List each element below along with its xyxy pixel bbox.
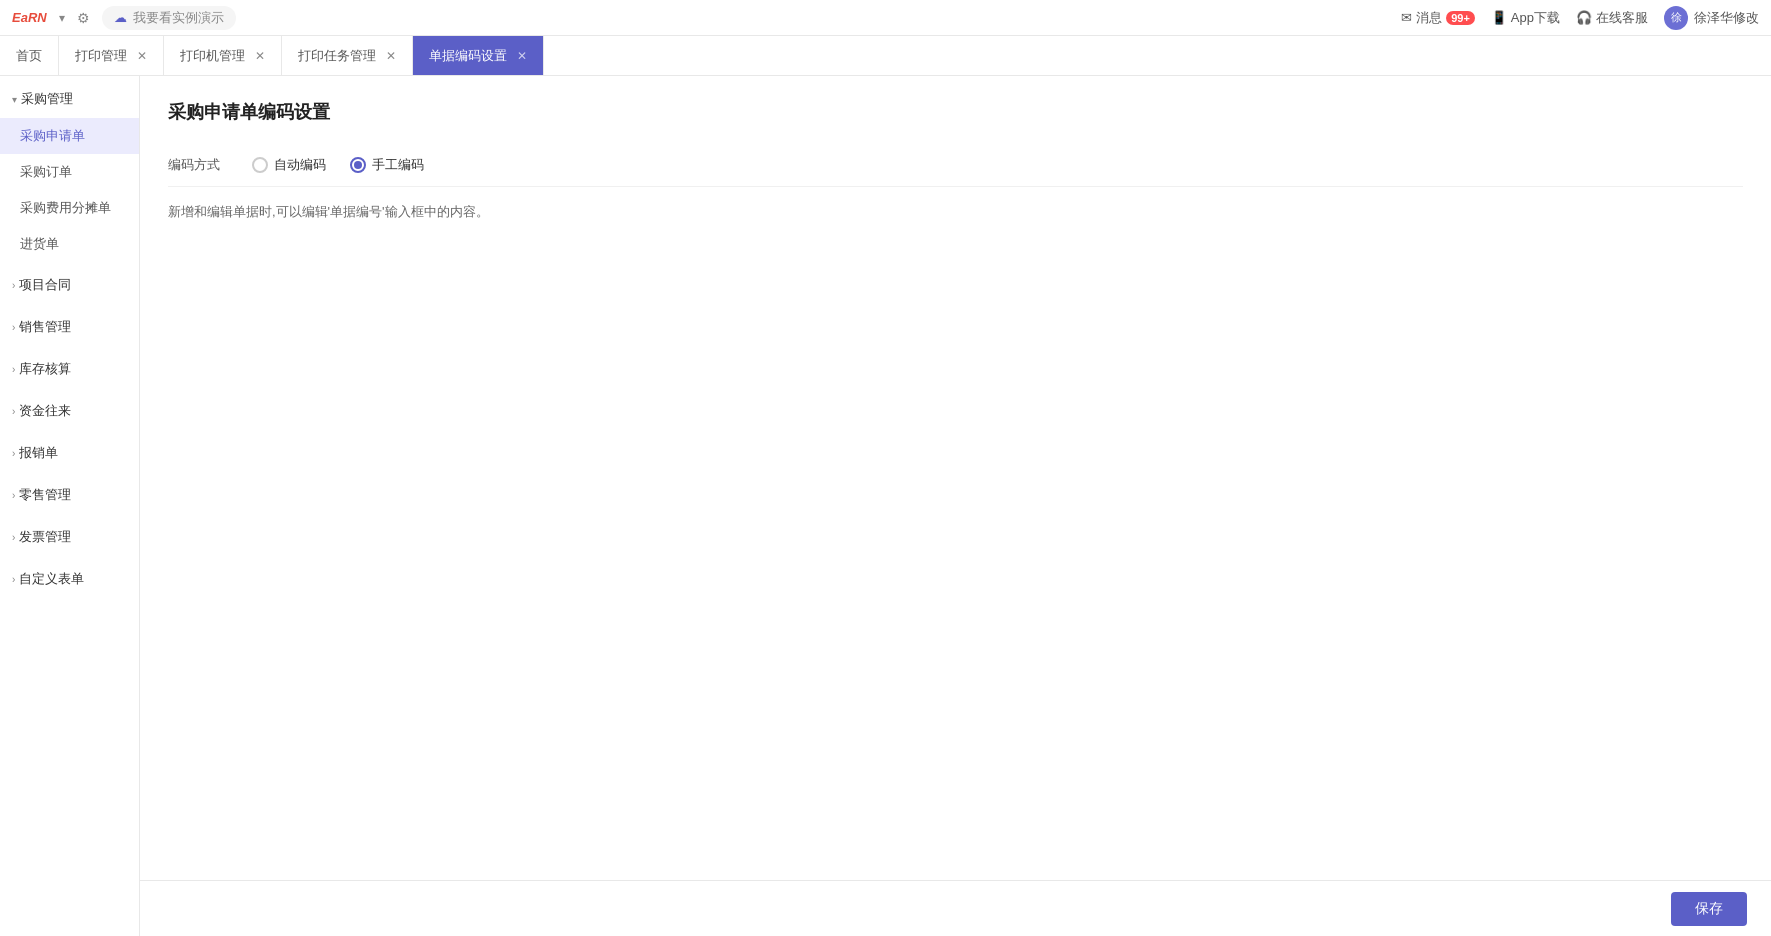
search-text: 我要看实例演示 (133, 9, 224, 27)
tab-print-manage-label: 打印管理 (75, 47, 127, 65)
sidebar-group-project-title[interactable]: › 项目合同 (0, 266, 139, 304)
tab-single-code[interactable]: 单据编码设置 ✕ (413, 36, 544, 75)
page-title: 采购申请单编码设置 (168, 100, 1743, 124)
encoding-label: 编码方式 (168, 156, 228, 174)
tab-print-task-label: 打印任务管理 (298, 47, 376, 65)
radio-manual-code[interactable]: 手工编码 (350, 156, 424, 174)
sidebar-item-inbound-label: 进货单 (20, 236, 59, 251)
sidebar-group-purchase: ▾ 采购管理 采购申请单 采购订单 采购费用分摊单 进货单 (0, 80, 139, 262)
radio-auto-code[interactable]: 自动编码 (252, 156, 326, 174)
arrow-right-icon5: › (12, 448, 15, 459)
app-download-label: App下载 (1511, 9, 1560, 27)
sidebar-item-purchase-expense-label: 采购费用分摊单 (20, 200, 111, 215)
sidebar-group-project-label: 项目合同 (19, 276, 71, 294)
search-bar[interactable]: ☁ 我要看实例演示 (102, 6, 236, 30)
radio-group: 自动编码 手工编码 (252, 156, 424, 174)
sidebar-group-invoice-title[interactable]: › 发票管理 (0, 518, 139, 556)
messages-label: 消息 (1416, 9, 1442, 27)
sidebar-group-invoice: › 发票管理 (0, 518, 139, 556)
tab-print-manage[interactable]: 打印管理 ✕ (59, 36, 164, 75)
sidebar-group-purchase-title[interactable]: ▾ 采购管理 (0, 80, 139, 118)
sidebar-group-fund-label: 资金往来 (19, 402, 71, 420)
sidebar-group-retail-label: 零售管理 (19, 486, 71, 504)
top-bar-right: ✉ 消息 99+ 📱 App下载 🎧 在线客服 徐 徐泽华修改 (1401, 6, 1759, 30)
avatar: 徐 (1664, 6, 1688, 30)
arrow-right-icon6: › (12, 490, 15, 501)
message-icon: ✉ (1401, 10, 1412, 25)
sidebar-item-purchase-request[interactable]: 采购申请单 (0, 118, 139, 154)
headset-icon: 🎧 (1576, 10, 1592, 25)
sidebar-group-sales-label: 销售管理 (19, 318, 71, 336)
messages-button[interactable]: ✉ 消息 99+ (1401, 9, 1475, 27)
tab-printer-manage-label: 打印机管理 (180, 47, 245, 65)
chevron-down-icon[interactable]: ▾ (59, 11, 65, 25)
tab-print-task[interactable]: 打印任务管理 ✕ (282, 36, 413, 75)
app-download-button[interactable]: 📱 App下载 (1491, 9, 1560, 27)
nav-tabs: 首页 打印管理 ✕ 打印机管理 ✕ 打印任务管理 ✕ 单据编码设置 ✕ (0, 36, 1771, 76)
sidebar-group-expense-title[interactable]: › 报销单 (0, 434, 139, 472)
content-area: 采购申请单编码设置 编码方式 自动编码 手工编码 新增和编辑单据时,可以编辑'单… (140, 76, 1771, 936)
sidebar: ▾ 采购管理 采购申请单 采购订单 采购费用分摊单 进货单 › 项目合同 (0, 76, 140, 936)
user-name: 徐泽华修改 (1694, 9, 1759, 27)
tab-home[interactable]: 首页 (0, 36, 59, 75)
sidebar-group-custom-label: 自定义表单 (19, 570, 84, 588)
sidebar-item-purchase-order[interactable]: 采购订单 (0, 154, 139, 190)
arrow-right-icon7: › (12, 532, 15, 543)
close-printer-manage-icon[interactable]: ✕ (255, 49, 265, 63)
content-inner: 采购申请单编码设置 编码方式 自动编码 手工编码 新增和编辑单据时,可以编辑'单… (140, 76, 1771, 880)
sidebar-group-retail: › 零售管理 (0, 476, 139, 514)
arrow-right-icon3: › (12, 364, 15, 375)
close-print-task-icon[interactable]: ✕ (386, 49, 396, 63)
sidebar-item-inbound[interactable]: 进货单 (0, 226, 139, 262)
sidebar-group-sales-title[interactable]: › 销售管理 (0, 308, 139, 346)
hint-text: 新增和编辑单据时,可以编辑'单据编号'输入框中的内容。 (168, 203, 1743, 221)
arrow-right-icon4: › (12, 406, 15, 417)
tab-single-code-label: 单据编码设置 (429, 47, 507, 65)
phone-icon: 📱 (1491, 10, 1507, 25)
sidebar-item-purchase-request-label: 采购申请单 (20, 128, 85, 143)
radio-manual-circle[interactable] (350, 157, 366, 173)
user-profile[interactable]: 徐 徐泽华修改 (1664, 6, 1759, 30)
sidebar-group-sales: › 销售管理 (0, 308, 139, 346)
sidebar-group-retail-title[interactable]: › 零售管理 (0, 476, 139, 514)
top-bar: EaRN ▾ ⚙ ☁ 我要看实例演示 ✉ 消息 99+ 📱 App下载 🎧 在线… (0, 0, 1771, 36)
sidebar-group-invoice-label: 发票管理 (19, 528, 71, 546)
tab-home-label: 首页 (16, 47, 42, 65)
sidebar-item-purchase-expense[interactable]: 采购费用分摊单 (0, 190, 139, 226)
sidebar-group-fund: › 资金往来 (0, 392, 139, 430)
gear-icon[interactable]: ⚙ (77, 10, 90, 26)
main-layout: ▾ 采购管理 采购申请单 采购订单 采购费用分摊单 进货单 › 项目合同 (0, 76, 1771, 936)
encoding-row: 编码方式 自动编码 手工编码 (168, 144, 1743, 187)
sidebar-group-inventory-title[interactable]: › 库存核算 (0, 350, 139, 388)
sidebar-group-expense-label: 报销单 (19, 444, 58, 462)
top-bar-left: EaRN ▾ ⚙ ☁ 我要看实例演示 (12, 6, 236, 30)
logo: EaRN (12, 10, 47, 25)
radio-auto-circle[interactable] (252, 157, 268, 173)
arrow-down-icon: ▾ (12, 94, 17, 105)
arrow-right-icon: › (12, 280, 15, 291)
sidebar-group-project: › 项目合同 (0, 266, 139, 304)
cloud-icon: ☁ (114, 10, 127, 25)
auto-code-label: 自动编码 (274, 156, 326, 174)
sidebar-item-purchase-order-label: 采购订单 (20, 164, 72, 179)
close-single-code-icon[interactable]: ✕ (517, 49, 527, 63)
messages-badge: 99+ (1446, 11, 1475, 25)
bottom-bar: 保存 (140, 880, 1771, 936)
sidebar-group-inventory-label: 库存核算 (19, 360, 71, 378)
manual-code-label: 手工编码 (372, 156, 424, 174)
sidebar-group-custom: › 自定义表单 (0, 560, 139, 598)
save-button[interactable]: 保存 (1671, 892, 1747, 926)
arrow-right-icon2: › (12, 322, 15, 333)
sidebar-group-fund-title[interactable]: › 资金往来 (0, 392, 139, 430)
sidebar-group-expense: › 报销单 (0, 434, 139, 472)
sidebar-group-purchase-label: 采购管理 (21, 90, 73, 108)
arrow-right-icon8: › (12, 574, 15, 585)
online-service-label: 在线客服 (1596, 9, 1648, 27)
sidebar-group-custom-title[interactable]: › 自定义表单 (0, 560, 139, 598)
sidebar-group-inventory: › 库存核算 (0, 350, 139, 388)
tab-printer-manage[interactable]: 打印机管理 ✕ (164, 36, 282, 75)
close-print-manage-icon[interactable]: ✕ (137, 49, 147, 63)
online-service-button[interactable]: 🎧 在线客服 (1576, 9, 1648, 27)
